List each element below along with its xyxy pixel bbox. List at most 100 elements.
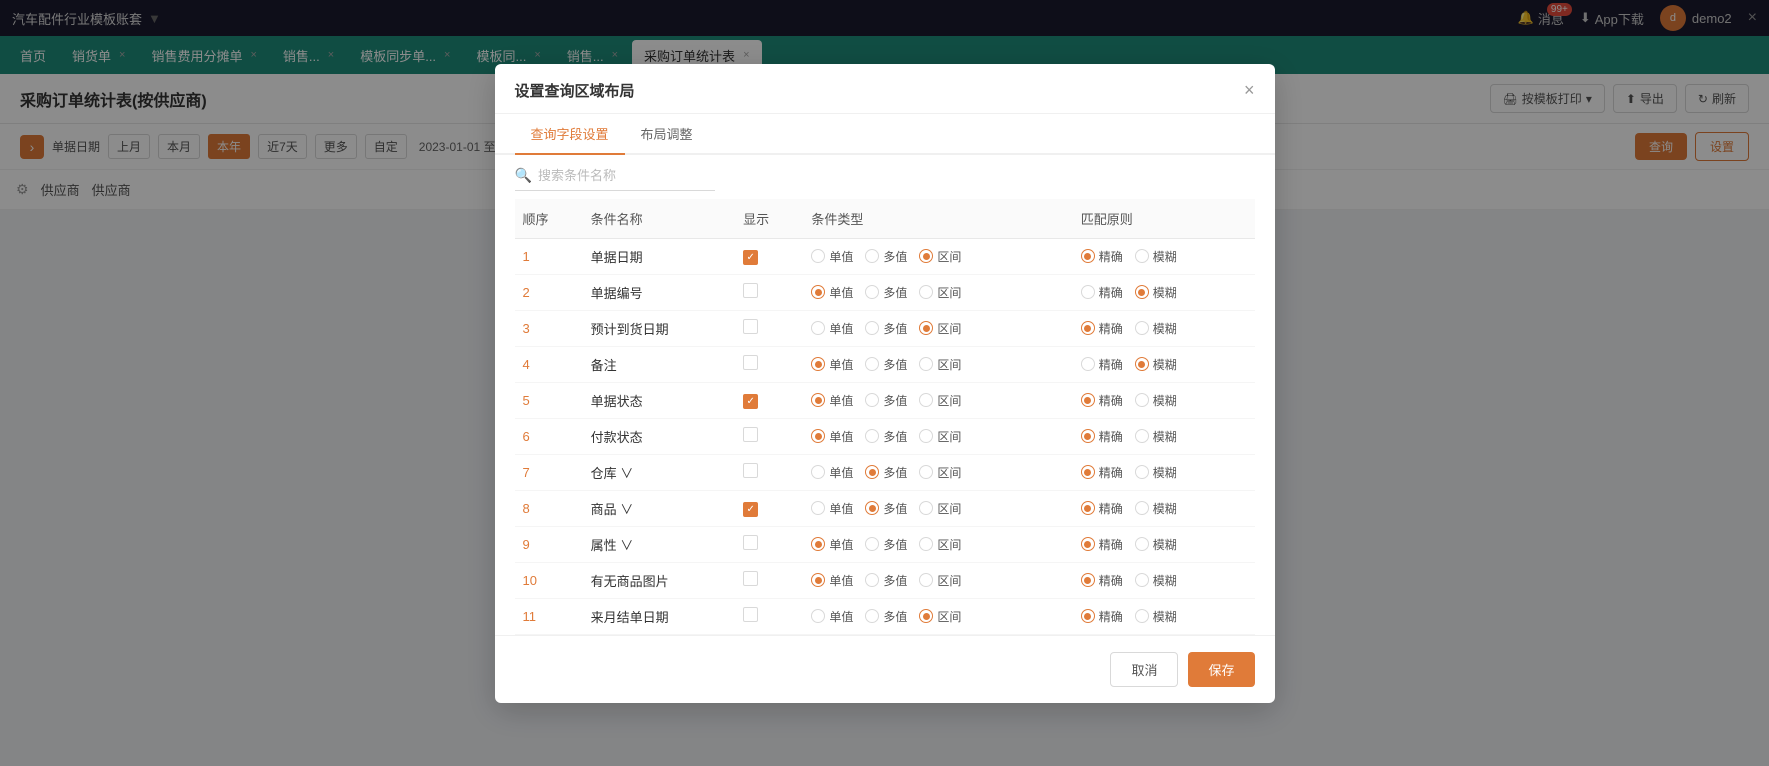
match-option-模糊[interactable]: 模糊 (1135, 320, 1177, 337)
match-option-精确[interactable]: 精确 (1081, 500, 1123, 517)
match-option-精确[interactable]: 精确 (1081, 536, 1123, 553)
tab-fields[interactable]: 查询字段设置 (515, 114, 625, 155)
type-option-区间[interactable]: 区间 (919, 428, 961, 445)
display-checkbox[interactable] (743, 250, 758, 265)
type-option-区间[interactable]: 区间 (919, 536, 961, 553)
match-option-精确[interactable]: 精确 (1081, 248, 1123, 265)
match-option-精确[interactable]: 精确 (1081, 464, 1123, 481)
match-option-模糊[interactable]: 模糊 (1135, 500, 1177, 517)
dialog-close-button[interactable]: × (1244, 81, 1255, 99)
display-checkbox[interactable] (743, 502, 758, 517)
match-option-精确[interactable]: 精确 (1081, 392, 1123, 409)
row-name: 付款状态 (583, 418, 736, 454)
type-option-多值[interactable]: 多值 (865, 284, 907, 301)
display-checkbox[interactable] (743, 283, 758, 298)
display-checkbox[interactable] (743, 355, 758, 370)
table-row: 3预计到货日期单值多值区间精确模糊 (515, 310, 1255, 346)
type-option-多值[interactable]: 多值 (865, 392, 907, 409)
type-option-多值[interactable]: 多值 (865, 320, 907, 337)
type-option-区间[interactable]: 区间 (919, 392, 961, 409)
match-option-精确[interactable]: 精确 (1081, 608, 1123, 625)
type-option-区间[interactable]: 区间 (919, 500, 961, 517)
row-type: 单值多值区间 (803, 238, 1072, 274)
search-input[interactable] (538, 168, 698, 183)
type-option-单值[interactable]: 单值 (811, 608, 853, 625)
type-option-多值[interactable]: 多值 (865, 500, 907, 517)
match-option-模糊[interactable]: 模糊 (1135, 248, 1177, 265)
match-option-模糊[interactable]: 模糊 (1135, 356, 1177, 373)
cancel-button[interactable]: 取消 (1110, 652, 1178, 687)
type-option-多值[interactable]: 多值 (865, 536, 907, 553)
radio-dot (865, 285, 879, 299)
row-display-checkbox[interactable] (735, 526, 803, 562)
col-match: 匹配原则 (1073, 199, 1255, 239)
match-option-模糊[interactable]: 模糊 (1135, 464, 1177, 481)
row-match: 精确模糊 (1073, 526, 1255, 562)
type-option-区间[interactable]: 区间 (919, 356, 961, 373)
type-option-单值[interactable]: 单值 (811, 536, 853, 553)
match-option-模糊[interactable]: 模糊 (1135, 392, 1177, 409)
radio-dot (1135, 573, 1149, 587)
match-option-精确[interactable]: 精确 (1081, 356, 1123, 373)
type-option-单值[interactable]: 单值 (811, 248, 853, 265)
radio-dot (811, 249, 825, 263)
row-display-checkbox[interactable] (735, 598, 803, 634)
type-option-单值[interactable]: 单值 (811, 320, 853, 337)
row-display-checkbox[interactable] (735, 274, 803, 310)
row-display-checkbox[interactable] (735, 418, 803, 454)
type-option-单值[interactable]: 单值 (811, 356, 853, 373)
radio-dot (919, 393, 933, 407)
type-option-单值[interactable]: 单值 (811, 428, 853, 445)
display-checkbox[interactable] (743, 535, 758, 550)
type-option-区间[interactable]: 区间 (919, 320, 961, 337)
display-checkbox[interactable] (743, 319, 758, 334)
table-row: 9属性 ∨单值多值区间精确模糊 (515, 526, 1255, 562)
match-option-精确[interactable]: 精确 (1081, 572, 1123, 589)
match-option-模糊[interactable]: 模糊 (1135, 608, 1177, 625)
type-option-多值[interactable]: 多值 (865, 248, 907, 265)
match-option-模糊[interactable]: 模糊 (1135, 428, 1177, 445)
type-option-区间[interactable]: 区间 (919, 608, 961, 625)
display-checkbox[interactable] (743, 607, 758, 622)
row-display-checkbox[interactable] (735, 346, 803, 382)
table-row: 5单据状态单值多值区间精确模糊 (515, 382, 1255, 418)
type-option-区间[interactable]: 区间 (919, 284, 961, 301)
tab-layout[interactable]: 布局调整 (625, 114, 709, 155)
display-checkbox[interactable] (743, 463, 758, 478)
type-option-单值[interactable]: 单值 (811, 392, 853, 409)
match-option-精确[interactable]: 精确 (1081, 320, 1123, 337)
match-option-精确[interactable]: 精确 (1081, 428, 1123, 445)
match-option-模糊[interactable]: 模糊 (1135, 284, 1177, 301)
type-option-区间[interactable]: 区间 (919, 248, 961, 265)
row-display-checkbox[interactable] (735, 490, 803, 526)
display-checkbox[interactable] (743, 394, 758, 409)
display-checkbox[interactable] (743, 571, 758, 586)
type-option-单值[interactable]: 单值 (811, 500, 853, 517)
type-option-单值[interactable]: 单值 (811, 284, 853, 301)
match-option-模糊[interactable]: 模糊 (1135, 572, 1177, 589)
search-box: 🔍 (515, 167, 715, 191)
row-display-checkbox[interactable] (735, 382, 803, 418)
type-option-多值[interactable]: 多值 (865, 428, 907, 445)
row-display-checkbox[interactable] (735, 238, 803, 274)
type-option-多值[interactable]: 多值 (865, 608, 907, 625)
type-option-单值[interactable]: 单值 (811, 464, 853, 481)
row-display-checkbox[interactable] (735, 310, 803, 346)
type-option-多值[interactable]: 多值 (865, 464, 907, 481)
row-display-checkbox[interactable] (735, 454, 803, 490)
dialog-title: 设置查询区域布局 (515, 80, 635, 101)
radio-dot (1081, 393, 1095, 407)
row-display-checkbox[interactable] (735, 562, 803, 598)
type-option-区间[interactable]: 区间 (919, 464, 961, 481)
type-option-单值[interactable]: 单值 (811, 572, 853, 589)
type-option-区间[interactable]: 区间 (919, 572, 961, 589)
radio-dot (1135, 357, 1149, 371)
display-checkbox[interactable] (743, 427, 758, 442)
row-seq: 9 (515, 526, 583, 562)
save-button[interactable]: 保存 (1188, 652, 1254, 687)
match-option-精确[interactable]: 精确 (1081, 284, 1123, 301)
type-option-多值[interactable]: 多值 (865, 356, 907, 373)
type-option-多值[interactable]: 多值 (865, 572, 907, 589)
match-option-模糊[interactable]: 模糊 (1135, 536, 1177, 553)
radio-dot (811, 465, 825, 479)
